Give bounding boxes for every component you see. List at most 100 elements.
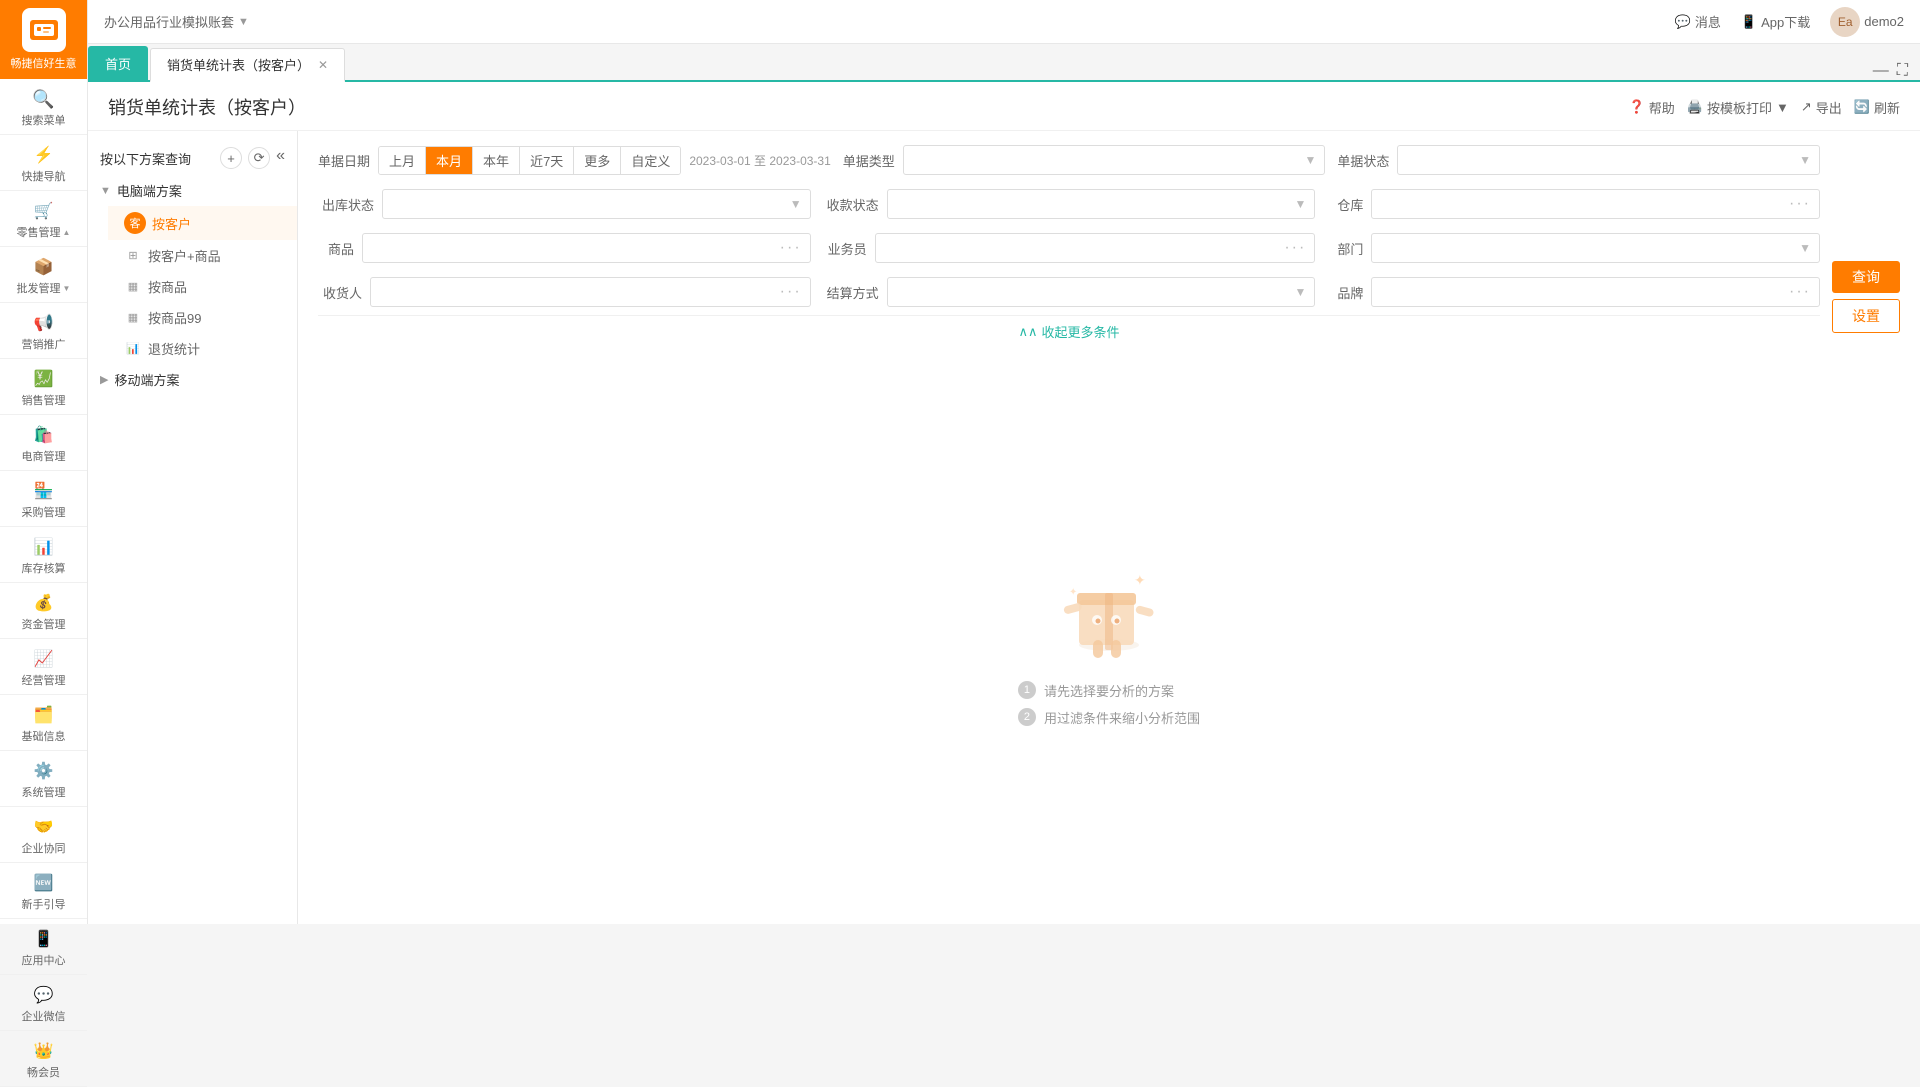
- date-more-btn[interactable]: 更多: [574, 147, 621, 174]
- by-product-label: 按商品: [148, 277, 187, 296]
- quick-nav-icon: ⚡: [34, 145, 54, 165]
- message-icon: 💬: [1675, 14, 1691, 30]
- sidebar-item-finance[interactable]: 💰 资金管理: [0, 583, 87, 639]
- date-last-month-btn[interactable]: 上月: [379, 147, 426, 174]
- enterprise-label: 企业协同: [22, 840, 66, 856]
- export-icon: ↗: [1801, 99, 1812, 115]
- order-status-select[interactable]: ▼: [1397, 145, 1820, 175]
- sidebar-item-enterprise[interactable]: 🤝 企业协同: [0, 807, 87, 863]
- tab-minimize-btn[interactable]: —: [1873, 62, 1889, 80]
- warehouse-select[interactable]: ···: [1371, 189, 1820, 219]
- new-user-label: 新手引导: [22, 896, 66, 912]
- sidebar-item-sales[interactable]: 💹 销售管理: [0, 359, 87, 415]
- add-scheme-btn[interactable]: +: [220, 147, 242, 169]
- scheme-by-customer[interactable]: 客 按客户: [108, 206, 297, 240]
- sidebar-item-quick-nav[interactable]: ⚡ 快捷导航: [0, 135, 87, 191]
- sidebar-item-app-center[interactable]: 📱 应用中心: [0, 919, 87, 975]
- brand-dots: ···: [1789, 283, 1811, 301]
- quick-nav-label: 快捷导航: [22, 168, 66, 184]
- search-icon: 🔍: [32, 89, 54, 110]
- refresh-scheme-btn[interactable]: ⟳: [248, 147, 270, 169]
- sidebar-item-retail[interactable]: 🛒 零售管理: [0, 191, 87, 247]
- tab-home-label: 首页: [105, 54, 131, 73]
- sidebar-search-item[interactable]: 🔍 搜索菜单: [0, 79, 87, 135]
- warehouse-dots: ···: [1789, 195, 1811, 213]
- query-btn[interactable]: 查询: [1832, 261, 1900, 293]
- help-btn[interactable]: ❓ 帮助: [1629, 98, 1675, 117]
- receipt-status-arrow: ▼: [1294, 197, 1306, 211]
- sidebar-search-label: 搜索菜单: [22, 112, 66, 128]
- date-this-year-btn[interactable]: 本年: [473, 147, 520, 174]
- empty-hint-2: 2 用过滤条件来缩小分析范围: [1018, 708, 1200, 727]
- refresh-btn[interactable]: 🔄 刷新: [1854, 98, 1900, 117]
- tab-close-icon[interactable]: ✕: [318, 58, 328, 72]
- topbar-title[interactable]: 办公用品行业模拟账套 ▼: [104, 12, 249, 31]
- sidebar-item-purchase[interactable]: 🏪 采购管理: [0, 471, 87, 527]
- app-download-btn[interactable]: 📱 App下载: [1741, 12, 1810, 31]
- topbar-dropdown-icon: ▼: [238, 16, 249, 28]
- user-profile-btn[interactable]: Ea demo2: [1830, 7, 1904, 37]
- salesperson-select[interactable]: ···: [875, 233, 1316, 263]
- basic-info-label: 基础信息: [22, 728, 66, 744]
- mobile-section-header[interactable]: ▶ 移动端方案: [88, 364, 297, 395]
- department-label: 部门: [1327, 239, 1363, 258]
- tab-sales-stat-label: 销货单统计表（按客户）: [167, 55, 310, 74]
- sidebar-item-basic-info[interactable]: 🗂️ 基础信息: [0, 695, 87, 751]
- sidebar-item-ecommerce[interactable]: 🛍️ 电商管理: [0, 415, 87, 471]
- date-range-text: 2023-03-01 至 2023-03-31: [689, 152, 830, 169]
- sidebar-item-marketing[interactable]: 📢 营销推广: [0, 303, 87, 359]
- scheme-by-product-99[interactable]: ▦ 按商品99: [108, 302, 297, 333]
- tab-maximize-btn[interactable]: ⛶: [1897, 62, 1908, 80]
- app-download-label: App下载: [1761, 12, 1810, 31]
- messages-btn[interactable]: 💬 消息: [1675, 12, 1721, 31]
- order-type-select[interactable]: ▼: [903, 145, 1326, 175]
- sidebar-item-member[interactable]: 👑 畅会员: [0, 1031, 87, 1087]
- export-btn[interactable]: ↗ 导出: [1801, 98, 1842, 117]
- desktop-section-label: 电脑端方案: [117, 181, 182, 200]
- panel-collapse-btn[interactable]: «: [276, 147, 285, 169]
- recipient-select[interactable]: ···: [370, 277, 811, 307]
- date-custom-btn[interactable]: 自定义: [621, 147, 680, 174]
- sidebar-logo[interactable]: 畅捷信好生意: [0, 0, 87, 79]
- order-type-label: 单据类型: [843, 151, 895, 170]
- sidebar: 畅捷信好生意 🔍 搜索菜单 ⚡ 快捷导航 🛒 零售管理 📦 批发管理 📢 营销推…: [0, 0, 88, 924]
- date-this-month-btn[interactable]: 本月: [426, 147, 473, 174]
- right-panel-wrapper: 单据日期 上月 本月 本年 近7天 更多 自定义 2023-03-01 至 20…: [298, 131, 1920, 924]
- tab-sales-stat[interactable]: 销货单统计表（按客户） ✕: [150, 48, 345, 82]
- sidebar-item-wholesale[interactable]: 📦 批发管理: [0, 247, 87, 303]
- settlement-select[interactable]: ▼: [887, 277, 1316, 307]
- content-area: 按以下方案查询 + ⟳ « ▼ 电脑端方案: [88, 131, 1920, 924]
- sidebar-item-new-user[interactable]: 🆕 新手引导: [0, 863, 87, 919]
- receipt-status-select[interactable]: ▼: [887, 189, 1316, 219]
- scheme-return-stat[interactable]: 📊 退货统计: [108, 333, 297, 364]
- recipient-dots: ···: [780, 283, 802, 301]
- product-select[interactable]: ···: [362, 233, 811, 263]
- brand-select[interactable]: ···: [1371, 277, 1820, 307]
- collapse-bar[interactable]: ∧∧ 收起更多条件: [318, 315, 1820, 347]
- help-label: 帮助: [1649, 98, 1675, 117]
- tab-home[interactable]: 首页: [88, 46, 148, 80]
- hint-num-2: 2: [1018, 708, 1036, 726]
- by-customer-icon: 客: [124, 212, 146, 234]
- marketing-label: 营销推广: [22, 336, 66, 352]
- collapse-up-icon: ∧∧: [1018, 324, 1037, 340]
- sidebar-item-system[interactable]: ⚙️ 系统管理: [0, 751, 87, 807]
- desktop-tree-node: ▼ 电脑端方案 客 按客户 ⊞ 按客户+商品 ▦: [88, 175, 297, 364]
- export-label: 导出: [1816, 98, 1842, 117]
- department-select[interactable]: ▼: [1371, 233, 1820, 263]
- mobile-tree-node: ▶ 移动端方案: [88, 364, 297, 395]
- out-status-arrow: ▼: [790, 197, 802, 211]
- template-print-btn[interactable]: 🖨️ 按模板打印 ▼: [1687, 98, 1789, 117]
- retail-icon: 🛒: [34, 201, 54, 221]
- settings-btn[interactable]: 设置: [1832, 299, 1900, 333]
- sidebar-item-operations[interactable]: 📈 经营管理: [0, 639, 87, 695]
- scheme-by-customer-product[interactable]: ⊞ 按客户+商品: [108, 240, 297, 271]
- sidebar-item-inventory[interactable]: 📊 库存核算: [0, 527, 87, 583]
- out-status-select[interactable]: ▼: [382, 189, 811, 219]
- basic-info-icon: 🗂️: [34, 705, 54, 725]
- desktop-section-header[interactable]: ▼ 电脑端方案: [88, 175, 297, 206]
- date-last-7-btn[interactable]: 近7天: [520, 147, 574, 174]
- return-stat-icon: 📊: [124, 340, 142, 358]
- scheme-by-product[interactable]: ▦ 按商品: [108, 271, 297, 302]
- sidebar-item-wechat[interactable]: 💬 企业微信: [0, 975, 87, 1031]
